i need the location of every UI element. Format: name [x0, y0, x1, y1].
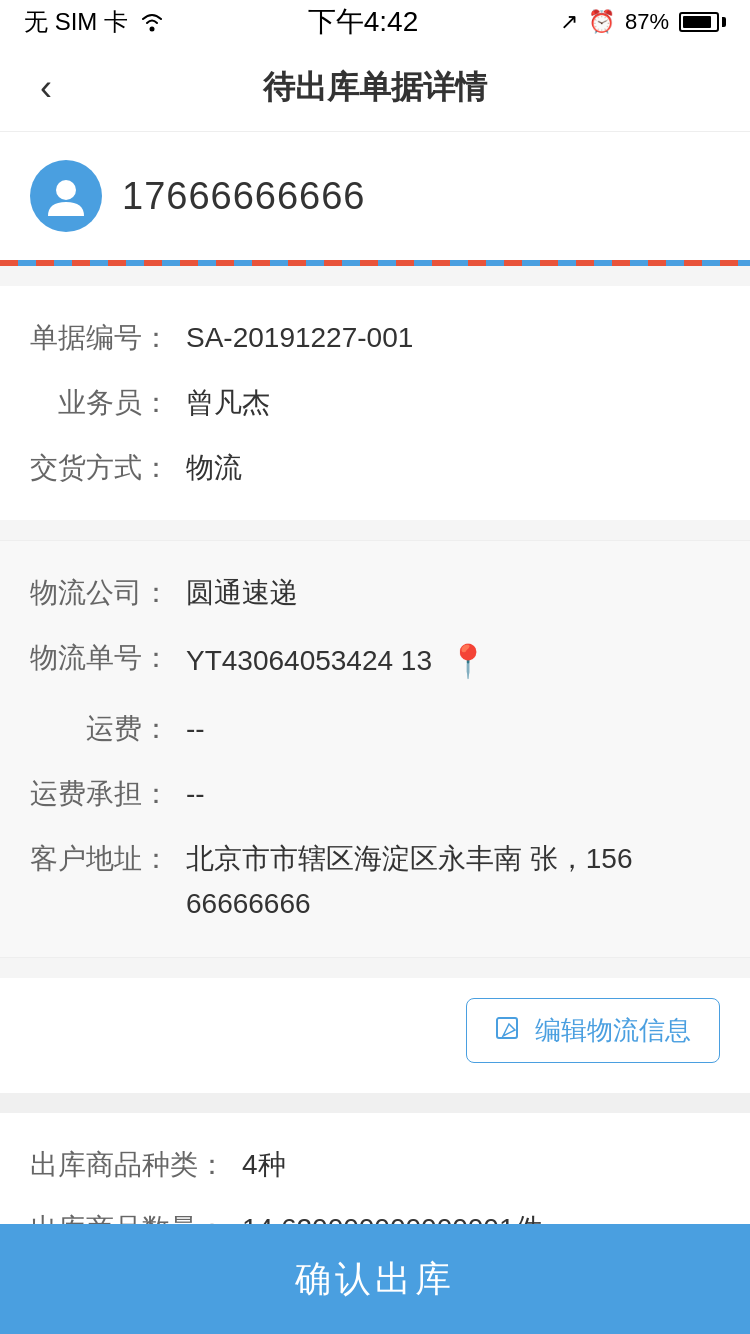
battery-percentage: 87%: [625, 9, 669, 35]
freight-row: 运费： --: [30, 707, 720, 752]
delivery-method-row: 交货方式： 物流: [30, 446, 720, 491]
status-bar: 无 SIM 卡 下午4:42 ↗ ⏰ 87%: [0, 0, 750, 44]
carrier-label: 无 SIM 卡: [24, 6, 128, 38]
freight-bearer-value: --: [186, 772, 720, 817]
user-section: 17666666666: [0, 132, 750, 260]
svg-point-0: [150, 27, 155, 32]
edit-btn-container: 编辑物流信息: [0, 978, 750, 1093]
wifi-icon: [138, 11, 166, 33]
doc-number-row: 单据编号： SA-20191227-001: [30, 316, 720, 361]
alarm-icon: ⏰: [588, 9, 615, 35]
delivery-method-label: 交货方式：: [30, 446, 170, 491]
back-button[interactable]: ‹: [30, 57, 62, 119]
address-label: 客户地址：: [30, 837, 170, 927]
page-title: 待出库单据详情: [263, 66, 487, 110]
avatar-icon: [42, 172, 90, 220]
sales-person-label: 业务员：: [30, 381, 170, 426]
logistics-card: 物流公司： 圆通速递 物流单号： YT43064053424 13 📍 运费： …: [0, 540, 750, 957]
battery-icon: [679, 12, 726, 32]
sales-person-value: 曾凡杰: [186, 381, 720, 426]
edit-icon: [495, 1016, 523, 1044]
document-info-card: 单据编号： SA-20191227-001 业务员： 曾凡杰 交货方式： 物流: [0, 286, 750, 520]
tracking-number-label: 物流单号：: [30, 636, 170, 687]
user-phone: 17666666666: [122, 175, 365, 218]
confirm-button-bar[interactable]: 确认出库: [0, 1224, 750, 1334]
tracking-number-container: YT43064053424 13 📍: [186, 636, 720, 687]
freight-label: 运费：: [30, 707, 170, 752]
tracking-location-icon[interactable]: 📍: [448, 636, 488, 687]
status-right: ↗ ⏰ 87%: [560, 9, 726, 35]
address-value: 北京市市辖区海淀区永丰南 张，156 66666666: [186, 837, 720, 927]
delivery-method-value: 物流: [186, 446, 720, 491]
sales-person-row: 业务员： 曾凡杰: [30, 381, 720, 426]
logistics-company-value: 圆通速递: [186, 571, 720, 616]
svg-point-1: [56, 180, 76, 200]
edit-logistics-label: 编辑物流信息: [535, 1013, 691, 1048]
confirm-button-text: 确认出库: [295, 1255, 455, 1304]
status-time: 下午4:42: [308, 3, 419, 41]
freight-bearer-label: 运费承担：: [30, 772, 170, 817]
dashed-divider: [0, 260, 750, 266]
address-row: 客户地址： 北京市市辖区海淀区永丰南 张，156 66666666: [30, 837, 720, 927]
status-left: 无 SIM 卡: [24, 6, 166, 38]
goods-types-row: 出库商品种类： 4种: [30, 1143, 720, 1188]
nav-bar: ‹ 待出库单据详情: [0, 44, 750, 132]
freight-value: --: [186, 707, 720, 752]
goods-types-label: 出库商品种类：: [30, 1143, 226, 1188]
doc-number-label: 单据编号：: [30, 316, 170, 361]
logistics-company-label: 物流公司：: [30, 571, 170, 616]
freight-bearer-row: 运费承担： --: [30, 772, 720, 817]
location-status-icon: ↗: [560, 9, 578, 35]
edit-logistics-button[interactable]: 编辑物流信息: [466, 998, 720, 1063]
doc-number-value: SA-20191227-001: [186, 316, 720, 361]
section-divider: [0, 1093, 750, 1113]
logistics-company-row: 物流公司： 圆通速递: [30, 571, 720, 616]
tracking-number-value: YT43064053424 13: [186, 639, 432, 684]
tracking-number-row: 物流单号： YT43064053424 13 📍: [30, 636, 720, 687]
avatar: [30, 160, 102, 232]
goods-types-value: 4种: [242, 1143, 720, 1188]
